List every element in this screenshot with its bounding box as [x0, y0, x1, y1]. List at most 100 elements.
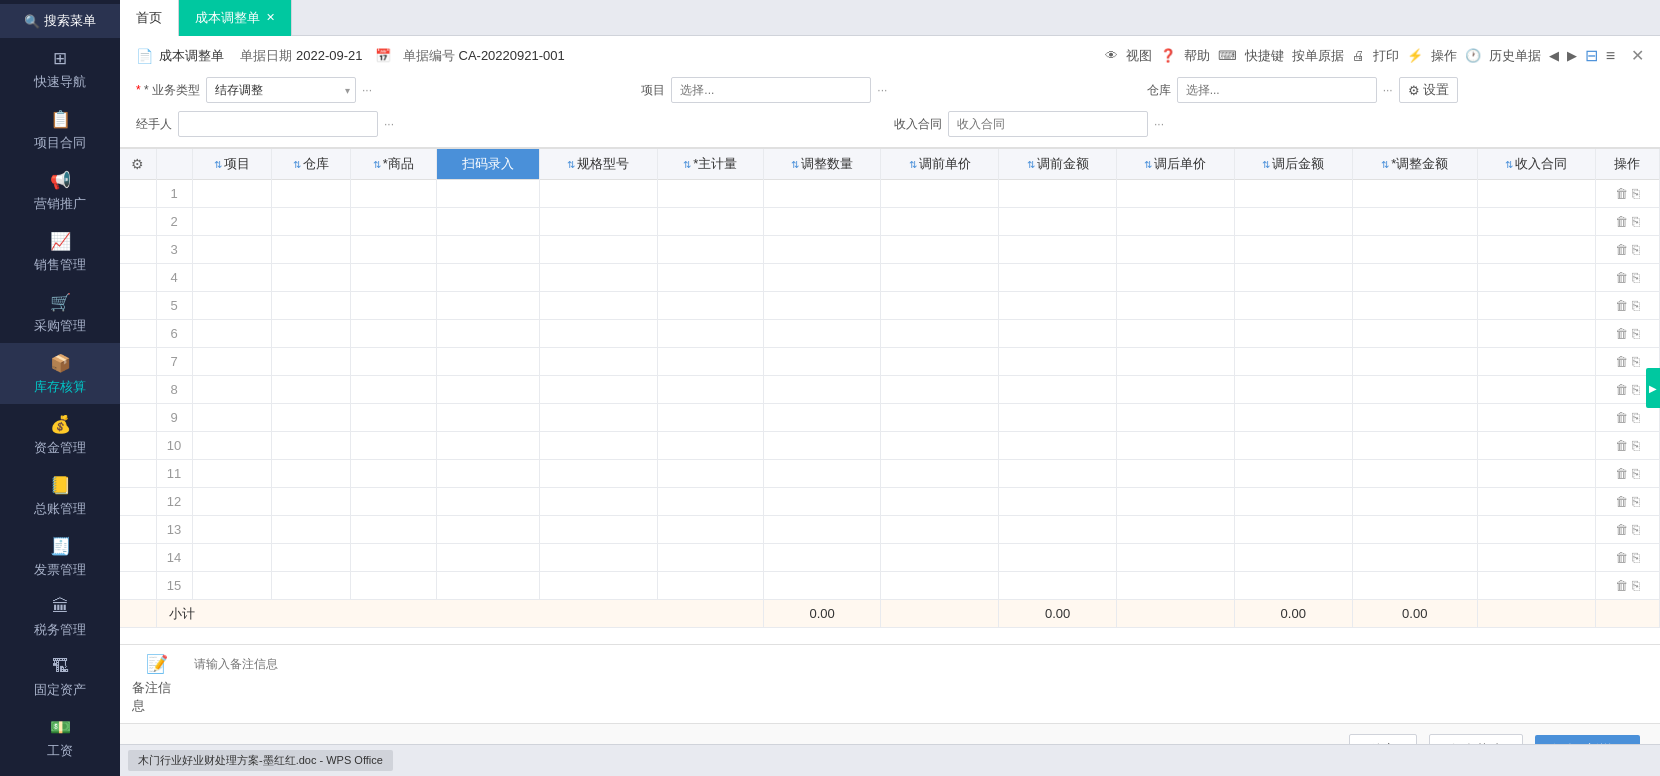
row-unit[interactable] — [657, 404, 763, 432]
row-product[interactable] — [350, 180, 437, 208]
col-scan[interactable]: 扫码录入 — [437, 149, 540, 180]
row-spec[interactable] — [539, 348, 657, 376]
row-after-amount[interactable] — [1234, 516, 1352, 544]
sidebar-item-fixed-assets[interactable]: 🏗 固定资产 — [0, 647, 120, 707]
row-after-amount[interactable] — [1234, 544, 1352, 572]
row-unit[interactable] — [657, 572, 763, 600]
row-unit[interactable] — [657, 376, 763, 404]
row-project[interactable] — [192, 376, 271, 404]
row-unit[interactable] — [657, 292, 763, 320]
warehouse-input[interactable] — [1177, 77, 1377, 103]
row-unit[interactable] — [657, 348, 763, 376]
row-copy-icon[interactable]: ⎘ — [1632, 298, 1640, 313]
row-after-unit-price[interactable] — [1117, 180, 1235, 208]
row-unit[interactable] — [657, 460, 763, 488]
row-project[interactable] — [192, 516, 271, 544]
row-spec[interactable] — [539, 292, 657, 320]
row-scan[interactable] — [437, 208, 540, 236]
row-warehouse[interactable] — [271, 544, 350, 572]
row-scan[interactable] — [437, 516, 540, 544]
row-after-amount[interactable] — [1234, 404, 1352, 432]
row-income-contract[interactable] — [1477, 516, 1595, 544]
row-unit[interactable] — [657, 236, 763, 264]
row-qty[interactable] — [763, 572, 881, 600]
sidebar-item-marketing[interactable]: 📢 营销推广 — [0, 160, 120, 221]
row-prev-unit-price[interactable] — [881, 404, 999, 432]
row-after-unit-price[interactable] — [1117, 460, 1235, 488]
row-income-contract[interactable] — [1477, 320, 1595, 348]
row-spec[interactable] — [539, 264, 657, 292]
row-copy-icon[interactable]: ⎘ — [1632, 270, 1640, 285]
row-product[interactable] — [350, 376, 437, 404]
row-unit[interactable] — [657, 208, 763, 236]
row-warehouse[interactable] — [271, 460, 350, 488]
row-product[interactable] — [350, 544, 437, 572]
row-project[interactable] — [192, 320, 271, 348]
row-prev-amount[interactable] — [999, 180, 1117, 208]
row-adjust-amount[interactable] — [1352, 208, 1477, 236]
row-adjust-amount[interactable] — [1352, 320, 1477, 348]
tab-home[interactable]: 首页 — [120, 0, 179, 36]
row-project[interactable] — [192, 460, 271, 488]
sidebar-item-payroll[interactable]: 💵 工资 — [0, 707, 120, 768]
row-delete-icon[interactable]: 🗑 — [1615, 522, 1628, 537]
row-project[interactable] — [192, 544, 271, 572]
row-prev-unit-price[interactable] — [881, 320, 999, 348]
row-unit[interactable] — [657, 320, 763, 348]
row-after-unit-price[interactable] — [1117, 488, 1235, 516]
row-prev-unit-price[interactable] — [881, 292, 999, 320]
row-delete-icon[interactable]: 🗑 — [1615, 494, 1628, 509]
row-after-unit-price[interactable] — [1117, 404, 1235, 432]
row-income-contract[interactable] — [1477, 292, 1595, 320]
row-qty[interactable] — [763, 516, 881, 544]
nav-right-icon[interactable]: ▶ — [1567, 48, 1577, 63]
row-warehouse[interactable] — [271, 572, 350, 600]
warehouse-dots[interactable]: ··· — [1383, 83, 1393, 97]
row-unit[interactable] — [657, 432, 763, 460]
row-qty[interactable] — [763, 432, 881, 460]
row-delete-icon[interactable]: 🗑 — [1615, 214, 1628, 229]
row-prev-unit-price[interactable] — [881, 236, 999, 264]
row-prev-amount[interactable] — [999, 404, 1117, 432]
row-product[interactable] — [350, 460, 437, 488]
row-spec[interactable] — [539, 320, 657, 348]
row-spec[interactable] — [539, 208, 657, 236]
income-contract-input[interactable] — [948, 111, 1148, 137]
row-after-unit-price[interactable] — [1117, 516, 1235, 544]
row-prev-amount[interactable] — [999, 432, 1117, 460]
sidebar-item-sales[interactable]: 📈 销售管理 — [0, 221, 120, 282]
row-prev-unit-price[interactable] — [881, 572, 999, 600]
row-spec[interactable] — [539, 516, 657, 544]
row-spec[interactable] — [539, 376, 657, 404]
row-delete-icon[interactable]: 🗑 — [1615, 242, 1628, 257]
row-prev-unit-price[interactable] — [881, 348, 999, 376]
row-warehouse[interactable] — [271, 180, 350, 208]
row-after-amount[interactable] — [1234, 180, 1352, 208]
taskbar-item[interactable]: 木门行业好业财处理方案-墨红红.doc - WPS Office — [128, 750, 393, 771]
right-indicator[interactable]: ▶ — [1646, 368, 1660, 408]
row-scan[interactable] — [437, 320, 540, 348]
row-spec[interactable] — [539, 432, 657, 460]
row-income-contract[interactable] — [1477, 404, 1595, 432]
row-spec[interactable] — [539, 236, 657, 264]
row-delete-icon[interactable]: 🗑 — [1615, 438, 1628, 453]
sidebar-item-ledger[interactable]: 📒 总账管理 — [0, 465, 120, 526]
row-unit[interactable] — [657, 488, 763, 516]
row-prev-amount[interactable] — [999, 348, 1117, 376]
row-copy-icon[interactable]: ⎘ — [1632, 578, 1640, 593]
row-after-unit-price[interactable] — [1117, 292, 1235, 320]
row-warehouse[interactable] — [271, 516, 350, 544]
tab-cost-adjust[interactable]: 成本调整单 ✕ — [179, 0, 292, 36]
sidebar-item-capital[interactable]: 💰 资金管理 — [0, 404, 120, 465]
row-adjust-amount[interactable] — [1352, 180, 1477, 208]
row-adjust-amount[interactable] — [1352, 460, 1477, 488]
row-after-amount[interactable] — [1234, 488, 1352, 516]
row-delete-icon[interactable]: 🗑 — [1615, 410, 1628, 425]
help-btn[interactable]: 帮助 — [1184, 47, 1210, 65]
row-product[interactable] — [350, 404, 437, 432]
row-income-contract[interactable] — [1477, 236, 1595, 264]
row-prev-amount[interactable] — [999, 376, 1117, 404]
row-scan[interactable] — [437, 404, 540, 432]
row-prev-unit-price[interactable] — [881, 544, 999, 572]
row-prev-unit-price[interactable] — [881, 488, 999, 516]
